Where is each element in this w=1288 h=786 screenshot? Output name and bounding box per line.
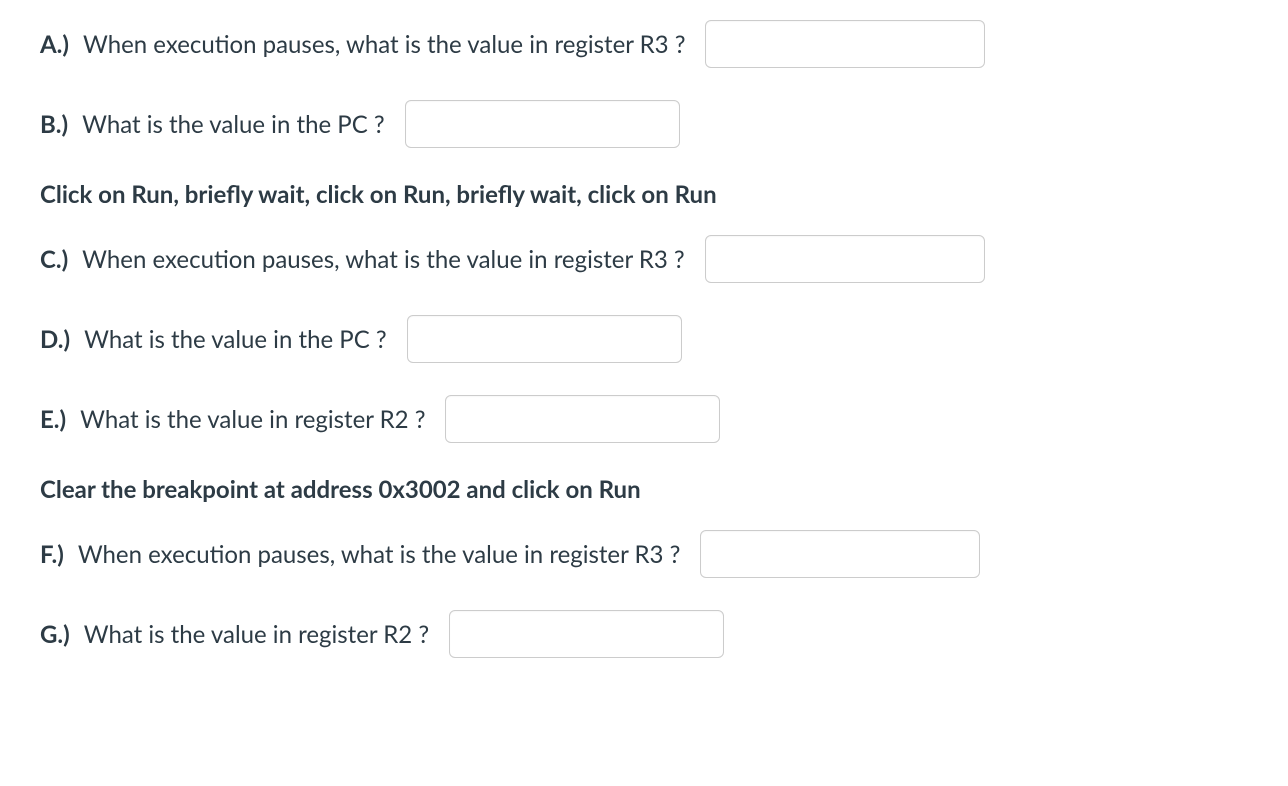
question-g-row: G.) What is the value in register R2 ? xyxy=(40,610,1248,658)
question-a-text: When execution pauses, what is the value… xyxy=(83,30,686,59)
question-c-input[interactable] xyxy=(705,235,985,283)
question-c-label: C.) xyxy=(40,245,68,274)
question-b-input[interactable] xyxy=(405,100,680,148)
instruction-1: Click on Run, briefly wait, click on Run… xyxy=(40,180,1248,209)
question-a-row: A.) When execution pauses, what is the v… xyxy=(40,20,1248,68)
question-f-input[interactable] xyxy=(700,530,980,578)
question-g-text: What is the value in register R2 ? xyxy=(84,620,429,649)
question-b-row: B.) What is the value in the PC ? xyxy=(40,100,1248,148)
question-d-row: D.) What is the value in the PC ? xyxy=(40,315,1248,363)
question-e-label: E.) xyxy=(40,405,66,434)
question-d-label: D.) xyxy=(40,325,70,354)
question-b-label: B.) xyxy=(40,110,68,139)
question-g-input[interactable] xyxy=(449,610,724,658)
question-e-input[interactable] xyxy=(445,395,720,443)
question-c-text: When execution pauses, what is the value… xyxy=(82,245,685,274)
question-e-row: E.) What is the value in register R2 ? xyxy=(40,395,1248,443)
question-b-text: What is the value in the PC ? xyxy=(82,110,385,139)
question-g-label: G.) xyxy=(40,620,70,649)
question-a-input[interactable] xyxy=(705,20,985,68)
question-f-row: F.) When execution pauses, what is the v… xyxy=(40,530,1248,578)
question-a-label: A.) xyxy=(40,30,69,59)
question-e-text: What is the value in register R2 ? xyxy=(80,405,425,434)
question-f-label: F.) xyxy=(40,540,64,569)
question-c-row: C.) When execution pauses, what is the v… xyxy=(40,235,1248,283)
question-d-input[interactable] xyxy=(407,315,682,363)
instruction-2: Clear the breakpoint at address 0x3002 a… xyxy=(40,475,1248,504)
question-f-text: When execution pauses, what is the value… xyxy=(78,540,681,569)
question-d-text: What is the value in the PC ? xyxy=(84,325,387,354)
